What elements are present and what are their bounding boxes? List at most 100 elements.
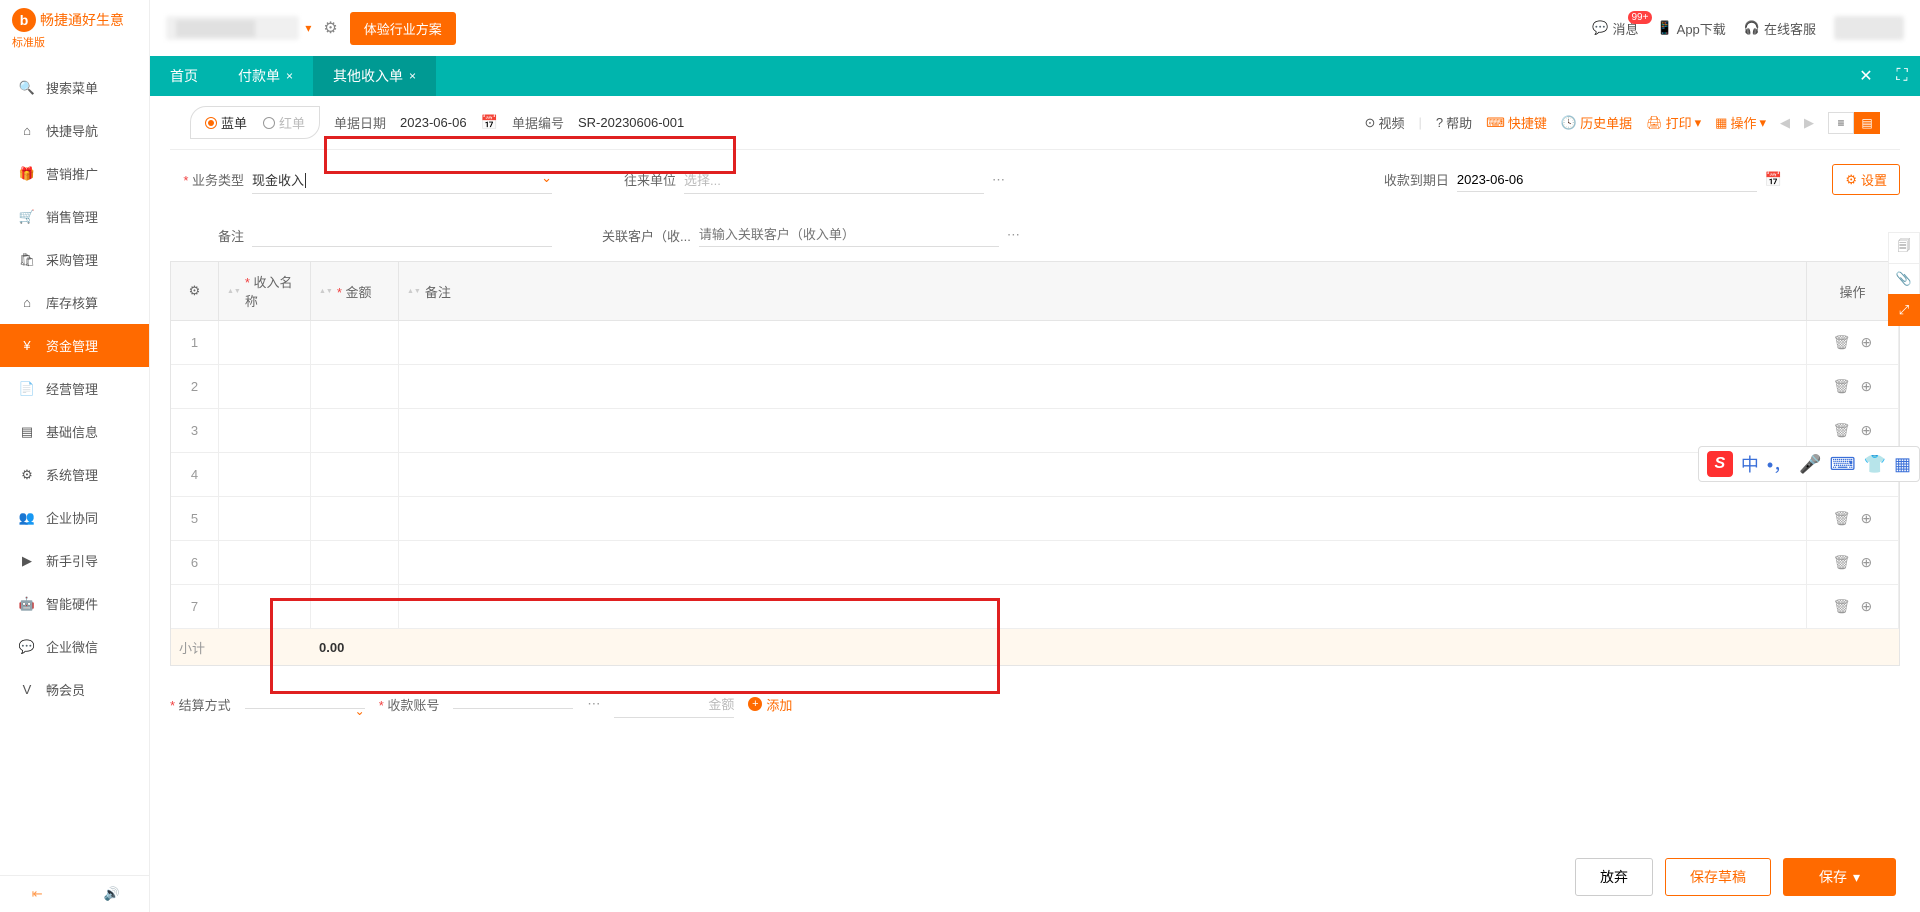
sidebar-item-4[interactable]: 🛍采购管理 [0,238,149,281]
delete-row-icon[interactable]: 🗑 [1833,554,1851,571]
close-icon[interactable]: × [409,69,416,83]
cell-income-name[interactable] [219,409,311,452]
cell-income-name[interactable] [219,497,311,540]
cell-remark[interactable] [399,453,1807,496]
cell-amount[interactable] [311,541,399,584]
ime-punct-icon[interactable]: •， [1767,451,1791,477]
more-icon[interactable]: ⋯ [1007,227,1020,243]
prev-page-icon[interactable]: ◀ [1780,115,1790,131]
cell-remark[interactable] [399,585,1807,628]
settle-account-select[interactable] [453,700,573,709]
save-draft-button[interactable]: 保存草稿 [1665,858,1771,896]
col-amount[interactable]: ▲▼金额 [311,262,399,320]
settle-method-select[interactable]: ⌄ [245,700,365,709]
tab-expand-icon[interactable]: ⛶ [1884,67,1920,85]
cell-remark[interactable] [399,321,1807,364]
calendar-icon[interactable]: 📅 [481,114,498,131]
related-customer-input[interactable] [699,223,999,247]
settle-amount-input[interactable]: 金额 [614,690,734,718]
ime-skin-icon[interactable]: 👕 [1864,454,1886,475]
cell-remark[interactable] [399,409,1807,452]
sidebar-item-7[interactable]: 📄经营管理 [0,367,149,410]
radio-red-order[interactable]: 红单 [263,113,305,132]
discard-button[interactable]: 放弃 [1575,858,1653,896]
cell-amount[interactable] [311,453,399,496]
help-link[interactable]: ?帮助 [1436,113,1472,132]
cell-income-name[interactable] [219,453,311,496]
print-link[interactable]: 🖨打印▾ [1646,113,1701,132]
sidebar-item-11[interactable]: ▶新手引导 [0,539,149,582]
cell-amount[interactable] [311,497,399,540]
sidebar-item-14[interactable]: V畅会员 [0,668,149,711]
side-tool-expand[interactable]: ⤢ [1888,294,1920,326]
copy-row-icon[interactable]: ⊕ [1861,510,1873,527]
grid-settings-icon[interactable]: ⚙ [171,262,219,320]
cell-remark[interactable] [399,365,1807,408]
copy-row-icon[interactable]: ⊕ [1861,378,1873,395]
ime-logo-icon[interactable]: S [1707,451,1733,477]
cell-amount[interactable] [311,321,399,364]
cell-remark[interactable] [399,497,1807,540]
grid-row[interactable]: 7🗑⊕ [171,585,1899,629]
biz-type-select[interactable]: 现金收入 ⌄ [252,166,552,194]
sidebar-item-2[interactable]: 🎁营销推广 [0,152,149,195]
delete-row-icon[interactable]: 🗑 [1833,334,1851,351]
grid-row[interactable]: 3🗑⊕ [171,409,1899,453]
close-icon[interactable]: × [286,69,293,83]
next-page-icon[interactable]: ▶ [1804,115,1814,131]
due-date-input[interactable] [1457,168,1757,192]
ime-keyboard-icon[interactable]: ⌨ [1830,454,1856,475]
sidebar-item-8[interactable]: ▤基础信息 [0,410,149,453]
company-selector[interactable]: ████████ [166,16,299,40]
messages-link[interactable]: 💬 消息 99+ [1592,19,1638,38]
side-tool-note[interactable]: 🗐 [1888,232,1920,264]
delete-row-icon[interactable]: 🗑 [1833,378,1851,395]
sidebar-item-0[interactable]: 🔍搜索菜单 [0,66,149,109]
tab-close-all-icon[interactable]: ✕ [1848,66,1884,86]
sidebar-item-10[interactable]: 👥企业协同 [0,496,149,539]
cell-amount[interactable] [311,409,399,452]
ime-toolbox-icon[interactable]: ▦ [1894,454,1911,475]
grid-row[interactable]: 1🗑⊕ [171,321,1899,365]
operate-link[interactable]: ▦操作▾ [1715,113,1766,132]
sidebar-collapse-left[interactable]: ⇤ [0,876,75,912]
copy-row-icon[interactable]: ⊕ [1861,598,1873,615]
cell-income-name[interactable] [219,321,311,364]
col-income-name[interactable]: ▲▼收入名称 [219,262,311,320]
trial-button[interactable]: 体验行业方案 [350,12,456,45]
grid-row[interactable]: 4🗑⊕ [171,453,1899,497]
remark-input[interactable] [252,223,552,247]
radio-blue-order[interactable]: 蓝单 [205,113,247,132]
grid-row[interactable]: 6🗑⊕ [171,541,1899,585]
tab-2[interactable]: 其他收入单× [313,56,436,96]
chevron-down-icon[interactable]: ▾ [305,21,311,35]
app-download-link[interactable]: 📱 App下载 [1656,19,1725,38]
more-icon[interactable]: ⋯ [992,172,1005,188]
settings-button[interactable]: ⚙ 设置 [1832,164,1900,195]
tab-0[interactable]: 首页 [150,56,218,96]
grid-row[interactable]: 5🗑⊕ [171,497,1899,541]
party-select[interactable]: 选择... [684,166,984,194]
tab-1[interactable]: 付款单× [218,56,313,96]
delete-row-icon[interactable]: 🗑 [1833,422,1851,439]
date-value[interactable]: 2023-06-06 [400,115,467,130]
sidebar-item-9[interactable]: ⚙系统管理 [0,453,149,496]
view-list-button[interactable]: ≡ [1828,112,1854,134]
calendar-icon[interactable]: 📅 [1765,171,1782,188]
copy-row-icon[interactable]: ⊕ [1861,334,1873,351]
delete-row-icon[interactable]: 🗑 [1833,510,1851,527]
save-button[interactable]: 保存 ▾ [1783,858,1896,896]
add-settlement-button[interactable]: + 添加 [748,695,792,714]
history-link[interactable]: 🕓历史单据 [1561,113,1632,132]
cell-amount[interactable] [311,365,399,408]
cell-income-name[interactable] [219,541,311,584]
col-remark[interactable]: ▲▼备注 [399,262,1807,320]
delete-row-icon[interactable]: 🗑 [1833,598,1851,615]
ime-cn-icon[interactable]: 中 [1741,451,1759,477]
sidebar-item-3[interactable]: 🛒销售管理 [0,195,149,238]
more-icon[interactable]: ⋯ [587,696,600,712]
cell-remark[interactable] [399,541,1807,584]
cell-amount[interactable] [311,585,399,628]
video-link[interactable]: ⊙视频 [1365,113,1405,132]
grid-row[interactable]: 2🗑⊕ [171,365,1899,409]
